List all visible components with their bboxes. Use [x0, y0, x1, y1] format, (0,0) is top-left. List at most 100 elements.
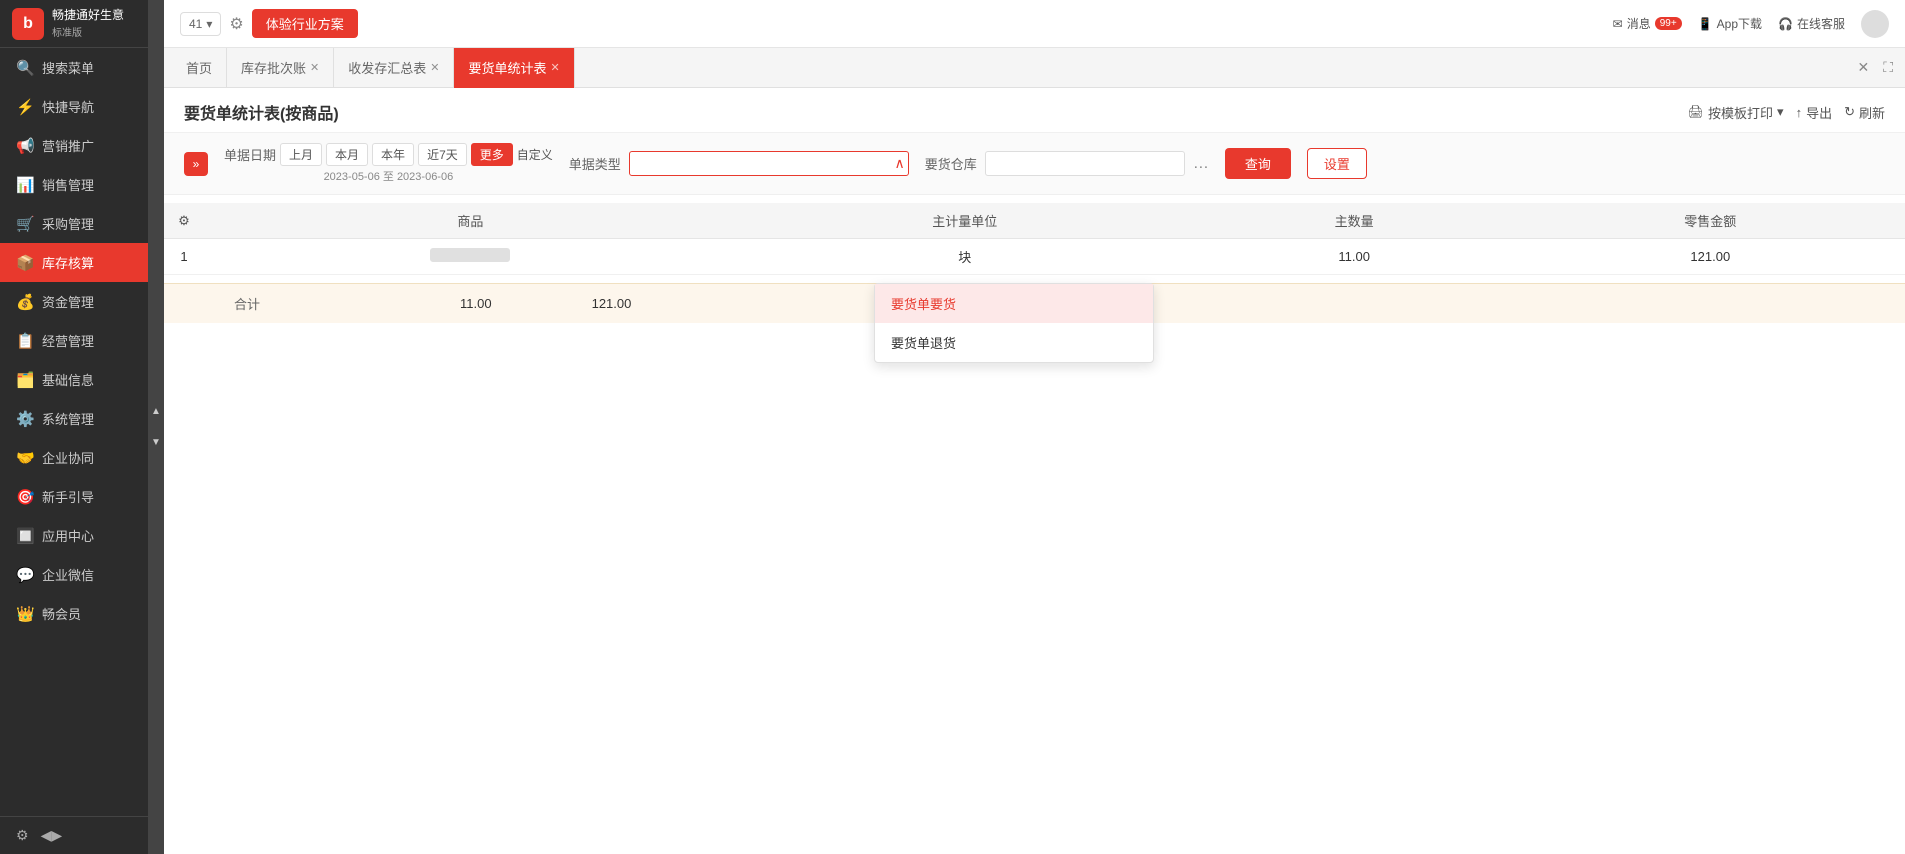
dropdown-item-order-goods-label: 要货单要货	[891, 297, 956, 312]
sidebar-label-0: 搜索菜单	[42, 58, 94, 77]
col-product-header: 商品	[204, 203, 737, 239]
sidebar-item-1[interactable]: ⚡快捷导航	[0, 87, 148, 126]
type-input[interactable]	[629, 151, 909, 176]
tab-home[interactable]: 首页	[172, 48, 227, 88]
date-btn-7-days[interactable]: 近7天	[418, 143, 467, 166]
sidebar-item-4[interactable]: 🛒采购管理	[0, 204, 148, 243]
tab-inventory-batch-close[interactable]: ✕	[310, 61, 319, 74]
page-title: 要货单统计表(按商品)	[184, 100, 339, 124]
refresh-button[interactable]: ↻ 刷新	[1844, 103, 1885, 122]
sidebar-icon-13: 💬	[16, 566, 34, 584]
sidebar-item-9[interactable]: ⚙️系统管理	[0, 399, 148, 438]
expand-icon: »	[193, 157, 200, 171]
tab-order-stats-close[interactable]: ✕	[551, 61, 560, 74]
filter-expand-button[interactable]: »	[184, 152, 208, 176]
print-icon: 🖨	[1688, 104, 1705, 120]
filter-date-group: 单据日期 上月 本月 本年 近7天 更多 自定义 2023-05-06 至 20…	[224, 143, 553, 184]
messages-action[interactable]: ✉ 消息 99+	[1613, 15, 1682, 32]
export-button[interactable]: ↑ 导出	[1796, 103, 1833, 122]
cell-amount-0: 121.00	[1516, 239, 1905, 275]
app-version: 标准版	[52, 24, 124, 39]
app-title-group: 畅捷通好生意 标准版	[52, 8, 124, 39]
sidebar-label-13: 企业微信	[42, 565, 94, 584]
tab-receive-summary[interactable]: 收发存汇总表 ✕	[334, 48, 454, 88]
page-content: 要货单统计表(按商品) 🖨 按模板打印 ▾ ↑ 导出 ↻ 刷新	[164, 88, 1905, 854]
sidebar-icon-14: 👑	[16, 605, 34, 623]
topbar-left: 41 ▾ ⚙ 体验行业方案	[180, 9, 358, 38]
filter-warehouse-group: 要货仓库 …	[925, 151, 1209, 176]
settings-footer-icon[interactable]: ⚙	[16, 827, 29, 844]
date-btn-last-month[interactable]: 上月	[280, 143, 322, 166]
table-row: 1 块 11.00 121.00	[164, 239, 1905, 275]
app-logo: b	[12, 8, 44, 40]
tab-order-stats[interactable]: 要货单统计表 ✕	[454, 48, 574, 88]
sidebar-item-7[interactable]: 📋经营管理	[0, 321, 148, 360]
user-avatar[interactable]	[1861, 10, 1889, 38]
date-btn-this-month[interactable]: 本月	[326, 143, 368, 166]
query-button[interactable]: 查询	[1225, 148, 1291, 179]
company-select[interactable]: 41 ▾	[180, 12, 221, 36]
trial-button[interactable]: 体验行业方案	[252, 9, 358, 38]
sidebar-item-14[interactable]: 👑畅会员	[0, 594, 148, 633]
filter-type-group: 单据类型 ∧	[569, 151, 909, 176]
print-chevron: ▾	[1777, 104, 1784, 120]
sidebar-icon-11: 🎯	[16, 488, 34, 506]
sidebar-item-0[interactable]: 🔍搜索菜单	[0, 48, 148, 87]
sidebar-icon-3: 📊	[16, 176, 34, 194]
sidebar-label-7: 经营管理	[42, 331, 94, 350]
sidebar-item-6[interactable]: 💰资金管理	[0, 282, 148, 321]
dropdown-item-order-goods[interactable]: 要货单要货	[875, 284, 1153, 323]
sidebar-icon-5: 📦	[16, 254, 34, 272]
tab-order-stats-label: 要货单统计表	[468, 58, 546, 77]
sidebar-label-8: 基础信息	[42, 370, 94, 389]
collapse-icon[interactable]: ◀▶	[41, 827, 63, 844]
sidebar-item-5[interactable]: 📦库存核算	[0, 243, 148, 282]
print-label: 按模板打印	[1708, 103, 1773, 122]
sidebar-label-1: 快捷导航	[42, 97, 94, 116]
company-name: 41	[189, 17, 202, 31]
sidebar-icon-9: ⚙️	[16, 410, 34, 428]
sidebar-item-2[interactable]: 📢营销推广	[0, 126, 148, 165]
sidebar-item-10[interactable]: 🤝企业协同	[0, 438, 148, 477]
warehouse-input[interactable]	[985, 151, 1185, 176]
col-settings-header[interactable]: ⚙	[164, 203, 204, 239]
sidebar-scroll-handle[interactable]: ▲ ▼	[148, 0, 164, 854]
app-download-action[interactable]: 📱 App下载	[1698, 15, 1762, 32]
sidebar-item-3[interactable]: 📊 销售管理	[0, 165, 148, 204]
tab-close-all-icon[interactable]: ✕	[1853, 57, 1873, 78]
sidebar-label-3: 销售管理	[42, 175, 94, 194]
date-btn-more[interactable]: 更多	[471, 143, 513, 166]
warehouse-more-icon[interactable]: …	[1193, 155, 1209, 173]
cell-unit-0: 块	[737, 239, 1193, 275]
sidebar-item-8[interactable]: 🗂️ 基础信息	[0, 360, 148, 399]
tab-inventory-batch-label: 库存批次账	[241, 58, 306, 77]
dropdown-item-order-return[interactable]: 要货单退货	[875, 323, 1153, 362]
type-label: 单据类型	[569, 154, 621, 173]
settings-button[interactable]: 设置	[1307, 148, 1367, 179]
message-badge: 99+	[1655, 17, 1682, 30]
page-actions: 🖨 按模板打印 ▾ ↑ 导出 ↻ 刷新	[1688, 103, 1886, 122]
main-area: 41 ▾ ⚙ 体验行业方案 ✉ 消息 99+ 📱 App下载 🎧 在线客服	[164, 0, 1905, 854]
date-custom-btn[interactable]: 自定义	[517, 146, 553, 163]
date-btn-this-year[interactable]: 本年	[372, 143, 414, 166]
online-service-action[interactable]: 🎧 在线客服	[1778, 15, 1845, 32]
tab-expand-icon[interactable]: ⛶	[1879, 57, 1897, 78]
total-quantity: 11.00	[460, 296, 492, 311]
data-table: ⚙ 商品 主计量单位 主数量 零售金额 1 块 11.00 121.00	[164, 203, 1905, 275]
headset-icon: 🎧	[1778, 17, 1793, 31]
type-clear-icon[interactable]: ∧	[895, 155, 905, 172]
tab-home-label: 首页	[186, 58, 212, 77]
tab-receive-summary-close[interactable]: ✕	[430, 61, 439, 74]
sidebar-item-12[interactable]: 🔲应用中心	[0, 516, 148, 555]
table-container: ⚙ 商品 主计量单位 主数量 零售金额 1 块 11.00 121.00	[164, 195, 1905, 283]
sidebar-item-11[interactable]: 🎯新手引导	[0, 477, 148, 516]
topbar: 41 ▾ ⚙ 体验行业方案 ✉ 消息 99+ 📱 App下载 🎧 在线客服	[164, 0, 1905, 48]
total-label: 合计	[234, 294, 260, 313]
messages-label: 消息	[1627, 15, 1651, 32]
type-input-wrapper: ∧	[629, 151, 909, 176]
sidebar-item-13[interactable]: 💬 企业微信	[0, 555, 148, 594]
tab-inventory-batch[interactable]: 库存批次账 ✕	[227, 48, 334, 88]
topbar-gear-icon[interactable]: ⚙	[229, 14, 243, 34]
sidebar-icon-8: 🗂️	[16, 371, 34, 389]
print-button[interactable]: 🖨 按模板打印 ▾	[1688, 103, 1784, 122]
